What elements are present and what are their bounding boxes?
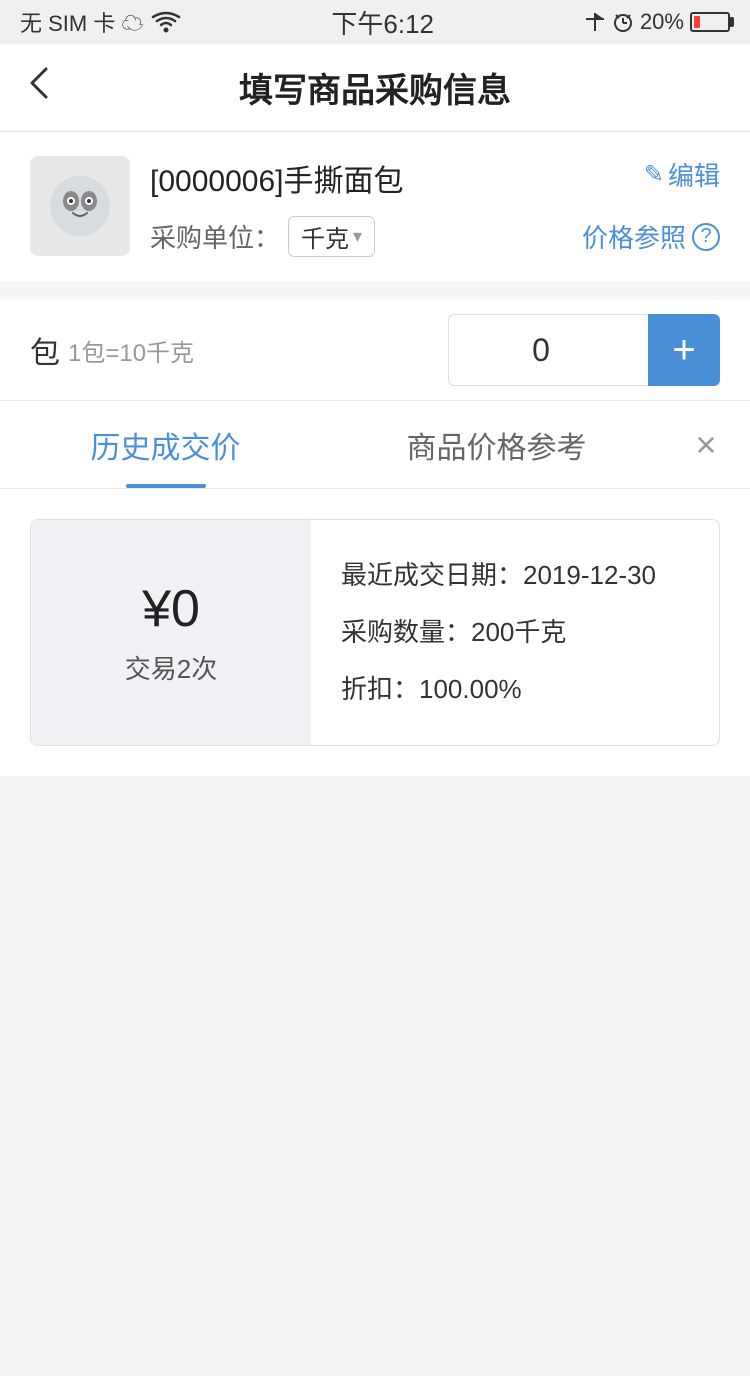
chevron-down-icon: ▾ <box>353 226 362 247</box>
wifi-icon <box>151 11 181 33</box>
discount-value: 100.00% <box>419 674 522 704</box>
tab-product-price-ref[interactable]: 商品价格参考 <box>331 401 662 488</box>
nav-bar: 填写商品采购信息 <box>0 44 750 132</box>
trade-count: 交易2次 <box>125 649 217 686</box>
discount-row: 折扣：100.00% <box>341 670 689 709</box>
product-card: [0000006]手撕面包 ✎ 编辑 采购单位： 千克 ▾ 价格参照 ? <box>0 132 750 281</box>
quantity-plus-button[interactable]: + <box>648 314 720 386</box>
quantity-input-area: + <box>448 314 720 386</box>
tab-history-price[interactable]: 历史成交价 <box>0 401 331 488</box>
help-icon: ? <box>692 223 720 251</box>
quantity-detail-label: 采购数量： <box>341 617 471 647</box>
product-info: [0000006]手撕面包 ✎ 编辑 采购单位： 千克 ▾ 价格参照 ? <box>150 156 720 257</box>
history-price-value: ¥0 <box>142 579 200 639</box>
tab-close-button[interactable]: × <box>662 401 750 489</box>
edit-button[interactable]: ✎ 编辑 <box>644 156 720 193</box>
quantity-detail-value: 200千克 <box>471 617 566 647</box>
tab-price-ref-label: 商品价格参考 <box>407 423 587 467</box>
currency-symbol: ¥ <box>142 580 171 638</box>
page-title: 填写商品采购信息 <box>239 63 511 112</box>
recent-date-row: 最近成交日期：2019-12-30 <box>341 556 689 595</box>
alarm-icon <box>612 11 634 33</box>
discount-label: 折扣： <box>341 674 419 704</box>
status-left: 无 SIM 卡 ☁ <box>20 6 181 38</box>
product-name: [0000006]手撕面包 <box>150 156 403 200</box>
location-icon <box>584 11 606 33</box>
history-card: ¥0 交易2次 最近成交日期：2019-12-30 采购数量：200千克 折扣：… <box>30 519 720 746</box>
history-content: ¥0 交易2次 最近成交日期：2019-12-30 采购数量：200千克 折扣：… <box>0 489 750 776</box>
tab-active-indicator <box>126 484 206 488</box>
quantity-unit-char: 包 <box>30 328 60 372</box>
quantity-unit-info: 包 1包=10千克 <box>30 328 428 372</box>
history-price-column: ¥0 交易2次 <box>31 520 311 745</box>
battery-icon <box>690 12 730 32</box>
product-unit-row: 采购单位： 千克 ▾ 价格参照 ? <box>150 216 720 257</box>
product-name-row: [0000006]手撕面包 ✎ 编辑 <box>150 156 720 200</box>
edit-icon: ✎ <box>644 160 664 189</box>
unit-selector[interactable]: 千克 ▾ <box>288 216 375 257</box>
unit-label: 采购单位： 千克 ▾ <box>150 216 375 257</box>
status-bar: 无 SIM 卡 ☁ 下午6:12 20% <box>0 0 750 44</box>
price-reference-button[interactable]: 价格参照 ? <box>582 218 720 255</box>
quantity-row-detail: 采购数量：200千克 <box>341 613 689 652</box>
quantity-unit-sub: 1包=10千克 <box>68 333 194 368</box>
status-right: 20% <box>584 9 730 35</box>
sim-status: 无 SIM 卡 ☁ <box>20 6 143 38</box>
product-logo-icon <box>45 171 115 241</box>
quantity-input[interactable] <box>448 314 648 386</box>
quantity-row: 包 1包=10千克 + <box>0 300 750 400</box>
history-details-column: 最近成交日期：2019-12-30 采购数量：200千克 折扣：100.00% <box>311 520 719 745</box>
recent-date-label: 最近成交日期： <box>341 560 523 590</box>
main-content-area <box>0 776 750 1376</box>
product-logo <box>30 156 130 256</box>
battery-percent: 20% <box>640 9 684 35</box>
status-time: 下午6:12 <box>331 4 434 41</box>
tabs-section: 历史成交价 商品价格参考 × ¥0 交易2次 最近成交日期：2019-12-30 <box>0 400 750 776</box>
back-button[interactable] <box>24 61 52 114</box>
tab-history-label: 历史成交价 <box>91 423 241 467</box>
tabs-header: 历史成交价 商品价格参考 × <box>0 401 750 489</box>
recent-date-value: 2019-12-30 <box>523 560 656 590</box>
price-number: 0 <box>171 580 200 638</box>
